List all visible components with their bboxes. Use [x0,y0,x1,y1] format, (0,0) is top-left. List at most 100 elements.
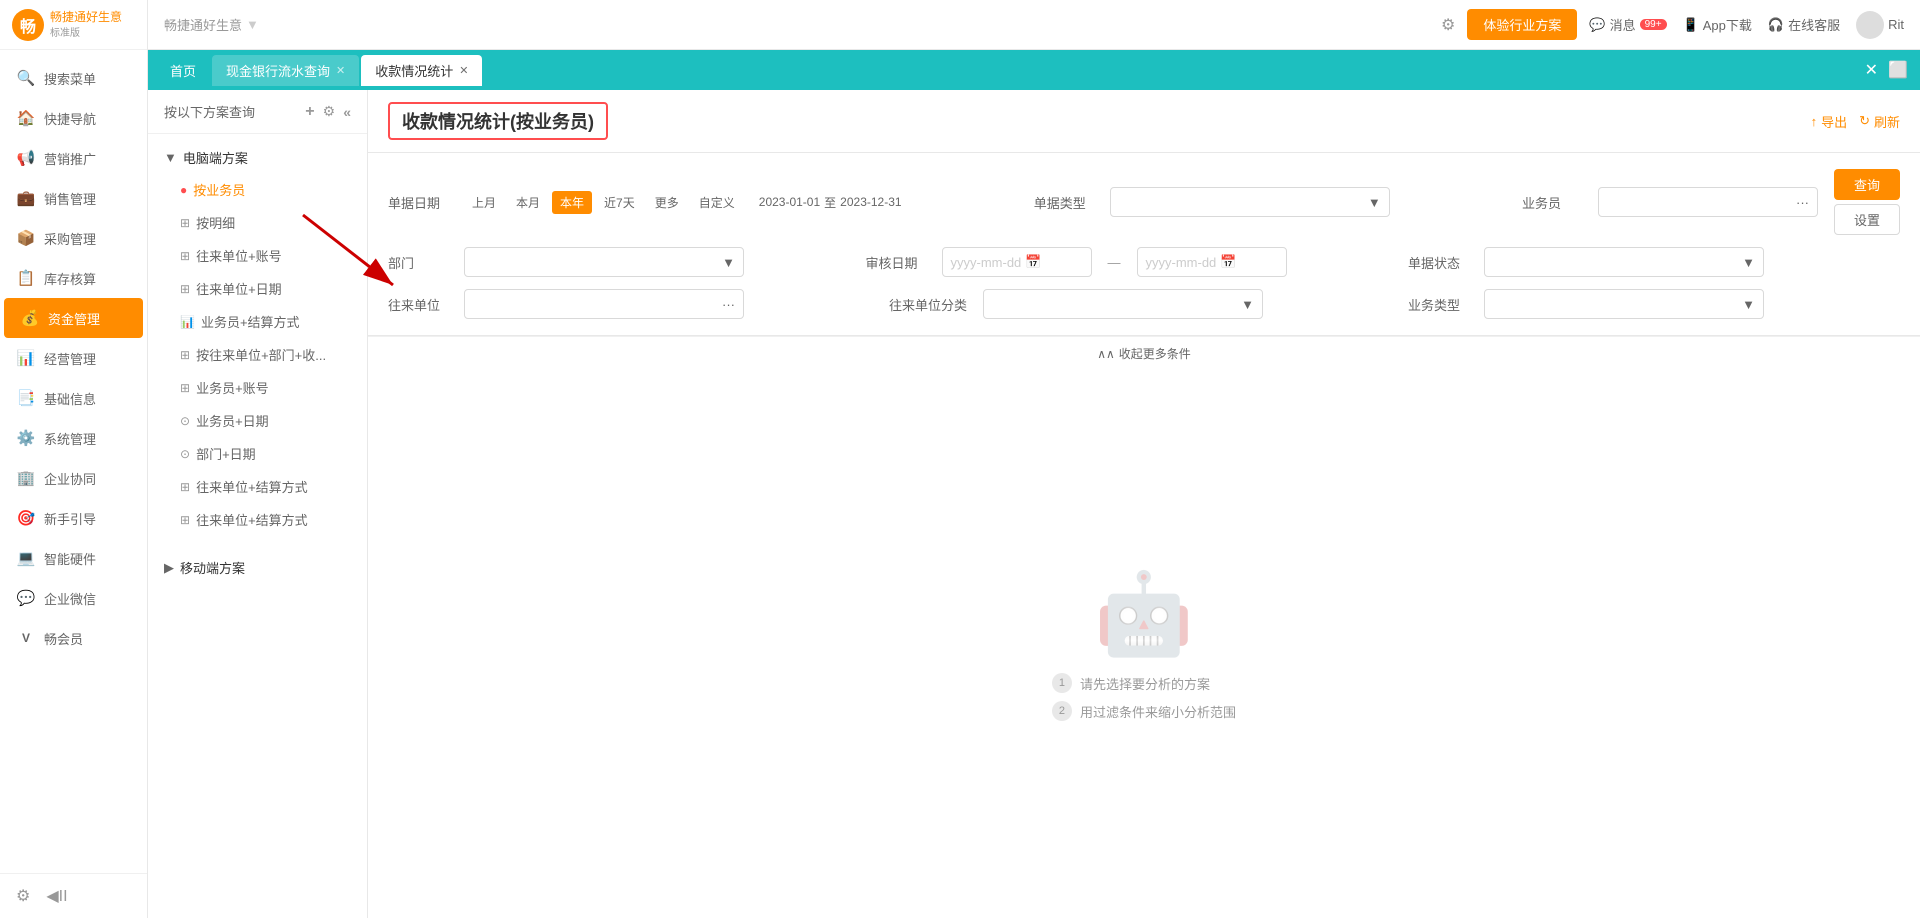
partner-category-select[interactable]: ▼ [983,289,1263,319]
collapse-sidebar-icon[interactable]: ◀II [46,886,67,906]
sidebar-item-inventory[interactable]: 📋 库存核算 [0,258,147,298]
tab-home[interactable]: 首页 [156,55,210,86]
export-label: 导出 [1821,112,1847,131]
salesman-date-icon: ⊙ [180,414,190,428]
doc-type-label: 单据类型 [1034,193,1094,212]
date-tab-custom[interactable]: 自定义 [691,191,743,214]
sidebar-item-member[interactable]: V 畅会员 [0,618,147,658]
doc-type-select[interactable]: ▼ [1110,187,1390,217]
sidebar-item-search[interactable]: 🔍 搜索菜单 [0,58,147,98]
sidebar-item-purchase[interactable]: 📦 采购管理 [0,218,147,258]
mobile-section-title[interactable]: ▶ 移动端方案 [148,552,367,583]
scheme-item-dept-date[interactable]: ⊙ 部门+日期 [148,437,367,470]
date-tab-last-month[interactable]: 上月 [464,191,504,214]
sidebar-item-label: 智能硬件 [44,549,96,568]
trial-btn[interactable]: 体验行业方案 [1467,9,1577,40]
marketing-icon: 📢 [16,148,36,168]
sidebar-item-label: 库存核算 [44,269,96,288]
desktop-section-title[interactable]: ▼ 电脑端方案 [148,142,367,173]
tab-receipt-stats[interactable]: 收款情况统计 ✕ [361,55,482,86]
tab-bank-flow[interactable]: 现金银行流水查询 ✕ [212,55,359,86]
sidebar-item-marketing[interactable]: 📢 营销推广 [0,138,147,178]
settings-btn[interactable]: 设置 [1834,204,1900,235]
user-avatar-btn[interactable]: Rit [1856,11,1904,39]
bank-flow-tab-label: 现金银行流水查询 [226,61,330,80]
messages-btn[interactable]: 💬 消息 99+ [1589,15,1666,34]
scheme-item-salesman-settle[interactable]: 📊 业务员+结算方式 [148,305,367,338]
topbar-settings-icon[interactable]: ⚙ [1441,15,1455,35]
date-tab-last-7days[interactable]: 近7天 [596,191,643,214]
review-date-end[interactable]: yyyy-mm-dd 📅 [1137,247,1287,277]
online-service-btn[interactable]: 🎧 在线客服 [1768,15,1840,34]
refresh-btn[interactable]: ↻ 刷新 [1859,112,1900,131]
settings-bottom-icon[interactable]: ⚙ [16,886,30,906]
partner-label: 往来单位 [388,295,448,314]
biz-type-select[interactable]: ▼ [1484,289,1764,319]
chevron-down-icon-category: ▼ [1241,297,1254,312]
breadcrumb-text: 畅捷通好生意 [164,15,242,34]
calendar-icon[interactable]: 📅 [1025,254,1041,270]
scheme-item-unit-dept[interactable]: ⊞ 按往来单位+部门+收... [148,338,367,371]
receipt-stats-tab-close[interactable]: ✕ [459,64,468,77]
scheme-item-label: 按业务员 [193,180,245,199]
scheme-item-salesman-date[interactable]: ⊙ 业务员+日期 [148,404,367,437]
scheme-item-unit-settle1[interactable]: ⊞ 往来单位+结算方式 [148,470,367,503]
scheme-item-unit-date[interactable]: ⊞ 往来单位+日期 [148,272,367,305]
mobile-scheme-section: ▶ 移动端方案 [148,544,367,591]
desktop-scheme-section: ▼ 电脑端方案 ● 按业务员 ⊞ 按明细 ⊞ 往来单位+账号 [148,134,367,544]
refresh-label: 刷新 [1874,112,1900,131]
scheme-item-by-salesman[interactable]: ● 按业务员 [148,173,367,206]
scheme-item-salesman-account[interactable]: ⊞ 业务员+账号 [148,371,367,404]
app-download-btn[interactable]: 📱 App下载 [1683,15,1752,34]
partner-select[interactable]: ··· [464,289,744,319]
dept-select[interactable]: ▼ [464,247,744,277]
sidebar-bottom: ⚙ ◀II [0,873,147,918]
scheme-settings-icon[interactable]: ⚙ [323,103,336,120]
filter-right-actions: 查询 设置 [1834,169,1900,235]
collapse-bar[interactable]: ∧∧ 收起更多条件 [368,336,1920,370]
review-date-end-placeholder: yyyy-mm-dd [1146,255,1217,270]
unit-dept-icon: ⊞ [180,348,190,362]
doc-status-select[interactable]: ▼ [1484,247,1764,277]
page-header: 收款情况统计(按业务员) ↑ 导出 ↻ 刷新 [368,90,1920,153]
sidebar-item-basic[interactable]: 📑 基础信息 [0,378,147,418]
more-options-icon: ··· [1796,195,1809,210]
bank-flow-tab-close[interactable]: ✕ [336,64,345,77]
sidebar-item-operation[interactable]: 📊 经营管理 [0,338,147,378]
scheme-item-unit-settle2[interactable]: ⊞ 往来单位+结算方式 [148,503,367,536]
sidebar-item-wechat[interactable]: 💬 企业微信 [0,578,147,618]
date-tab-this-month[interactable]: 本月 [508,191,548,214]
scheme-item-unit-account[interactable]: ⊞ 往来单位+账号 [148,239,367,272]
app-download-label: App下载 [1703,15,1752,34]
chevron-down-icon-status: ▼ [1742,255,1755,270]
scheme-item-label: 业务员+账号 [196,378,269,397]
query-btn[interactable]: 查询 [1834,169,1900,200]
inventory-icon: 📋 [16,268,36,288]
tab-maximize-icon[interactable]: ⬜ [1884,56,1912,84]
desktop-section-label: 电脑端方案 [183,148,248,167]
collapse-panel-icon[interactable]: « [343,104,351,120]
export-btn[interactable]: ↑ 导出 [1811,112,1848,131]
detail-item-icon: ⊞ [180,216,190,230]
tab-close-all-icon[interactable]: ✕ [1861,56,1882,84]
sidebar-item-finance[interactable]: 💰 资金管理 [4,298,143,338]
add-scheme-icon[interactable]: + [305,103,314,121]
sidebar-item-hardware[interactable]: 💻 智能硬件 [0,538,147,578]
receipt-stats-tab-label: 收款情况统计 [375,61,453,80]
enterprise-icon: 🏢 [16,468,36,488]
sidebar-item-quick-nav[interactable]: 🏠 快捷导航 [0,98,147,138]
calendar-icon-end[interactable]: 📅 [1220,254,1236,270]
sidebar-item-guide[interactable]: 🎯 新手引导 [0,498,147,538]
sidebar-item-label: 经营管理 [44,349,96,368]
messages-label: 消息 [1610,15,1636,34]
sidebar-item-enterprise[interactable]: 🏢 企业协同 [0,458,147,498]
refresh-icon: ↻ [1859,113,1870,129]
date-tab-this-year[interactable]: 本年 [552,191,592,214]
sidebar-item-system[interactable]: ⚙️ 系统管理 [0,418,147,458]
scheme-item-by-detail[interactable]: ⊞ 按明细 [148,206,367,239]
review-date-start[interactable]: yyyy-mm-dd 📅 [942,247,1092,277]
export-icon: ↑ [1811,114,1818,129]
date-tab-more[interactable]: 更多 [647,191,687,214]
salesman-select[interactable]: ··· [1598,187,1818,217]
sidebar-item-sales[interactable]: 💼 销售管理 [0,178,147,218]
